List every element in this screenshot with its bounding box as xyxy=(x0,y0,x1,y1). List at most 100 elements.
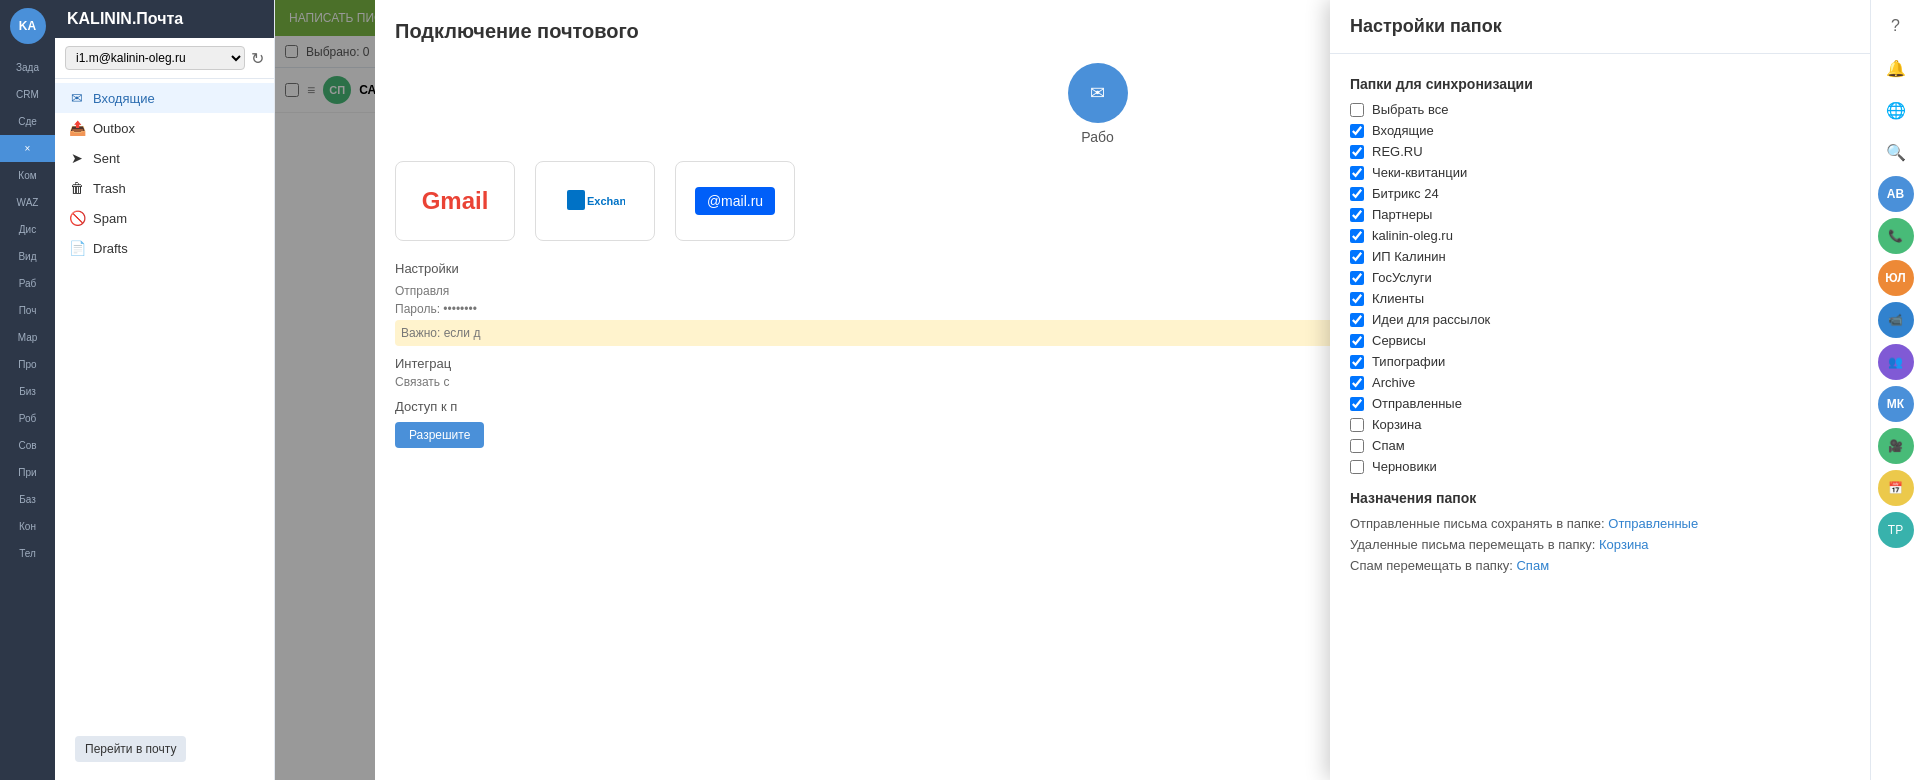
checkbox-clients-input[interactable] xyxy=(1350,292,1364,306)
search-icon[interactable]: 🔍 xyxy=(1878,134,1914,170)
checkbox-ip-kalinin-input[interactable] xyxy=(1350,250,1364,264)
spam-assignment-link[interactable]: Спам xyxy=(1516,558,1549,573)
gmail-logo: Gmail xyxy=(422,187,489,215)
folder-spam-label: Spam xyxy=(93,211,127,226)
checkbox-clients[interactable]: Клиенты xyxy=(1350,291,1850,306)
checkbox-drafts-input[interactable] xyxy=(1350,460,1364,474)
nav-item-sde[interactable]: Сде xyxy=(0,108,55,135)
nav-item-rob[interactable]: Роб xyxy=(0,405,55,432)
checkbox-inbox[interactable]: Входящие xyxy=(1350,123,1850,138)
video-call-icon[interactable]: 🎥 xyxy=(1878,428,1914,464)
help-icon[interactable]: ? xyxy=(1878,8,1914,44)
nav-item-biz[interactable]: Биз xyxy=(0,378,55,405)
assignments-title: Назначения папок xyxy=(1350,490,1850,506)
nav-item-kom[interactable]: Ком xyxy=(0,162,55,189)
checkbox-bitrix-input[interactable] xyxy=(1350,187,1364,201)
phone-icon[interactable]: 📞 xyxy=(1878,218,1914,254)
folder-drafts[interactable]: 📄 Drafts xyxy=(55,233,274,263)
checkbox-checks-input[interactable] xyxy=(1350,166,1364,180)
provider-mailru[interactable]: @mail.ru xyxy=(675,161,795,241)
calendar-icon[interactable]: 📅 xyxy=(1878,470,1914,506)
inbox-icon: ✉ xyxy=(69,90,85,106)
checkbox-spam-label: Спам xyxy=(1372,438,1405,453)
folder-sent[interactable]: ➤ Sent xyxy=(55,143,274,173)
checkbox-typography[interactable]: Типографии xyxy=(1350,354,1850,369)
nav-item-vid[interactable]: Вид xyxy=(0,243,55,270)
checkbox-inbox-label: Входящие xyxy=(1372,123,1434,138)
nav-item-kon[interactable]: Кон xyxy=(0,513,55,540)
nav-item-pri[interactable]: При xyxy=(0,459,55,486)
checkbox-ip-kalinin[interactable]: ИП Калинин xyxy=(1350,249,1850,264)
checkbox-spam-input[interactable] xyxy=(1350,439,1364,453)
nav-item-baz[interactable]: Баз xyxy=(0,486,55,513)
nav-item-mar[interactable]: Мар xyxy=(0,324,55,351)
checkbox-typography-input[interactable] xyxy=(1350,355,1364,369)
checkbox-ideas-input[interactable] xyxy=(1350,313,1364,327)
bell-icon[interactable]: 🔔 xyxy=(1878,50,1914,86)
go-to-mail-button[interactable]: Перейти в почту xyxy=(75,736,186,762)
checkbox-partners[interactable]: Партнеры xyxy=(1350,207,1850,222)
folder-spam[interactable]: 🚫 Spam xyxy=(55,203,274,233)
checkbox-gosuslugi-input[interactable] xyxy=(1350,271,1364,285)
checkbox-sent-input[interactable] xyxy=(1350,397,1364,411)
deleted-assignment-row: Удаленные письма перемещать в папку: Кор… xyxy=(1350,537,1850,552)
nav-item-waz[interactable]: WAZ xyxy=(0,189,55,216)
sent-icon: ➤ xyxy=(69,150,85,166)
user-avatar-3[interactable]: МК xyxy=(1878,386,1914,422)
folder-trash[interactable]: 🗑 Trash xyxy=(55,173,274,203)
user-avatar-4[interactable]: ТР xyxy=(1878,512,1914,548)
nav-item-poch[interactable]: Поч xyxy=(0,297,55,324)
folder-inbox[interactable]: ✉ Входящие xyxy=(55,83,274,113)
checkbox-drafts-folder[interactable]: Черновики xyxy=(1350,459,1850,474)
user-avatar-2[interactable]: ЮЛ xyxy=(1878,260,1914,296)
checkbox-korzina[interactable]: Корзина xyxy=(1350,417,1850,432)
deleted-assignment-link[interactable]: Корзина xyxy=(1599,537,1649,552)
sent-assignment-link[interactable]: Отправленные xyxy=(1608,516,1698,531)
checkbox-checks[interactable]: Чеки-квитанции xyxy=(1350,165,1850,180)
checkbox-kalinin-oleg-input[interactable] xyxy=(1350,229,1364,243)
nav-item-zada[interactable]: Зада xyxy=(0,54,55,81)
nav-item-sov[interactable]: Сов xyxy=(0,432,55,459)
nav-item-pro[interactable]: Про xyxy=(0,351,55,378)
nav-item-dis[interactable]: Дис xyxy=(0,216,55,243)
checkbox-ideas[interactable]: Идеи для рассылок xyxy=(1350,312,1850,327)
checkbox-select-all[interactable]: Выбрать все xyxy=(1350,102,1850,117)
nav-item-mail[interactable]: × xyxy=(0,135,55,162)
checkbox-select-all-input[interactable] xyxy=(1350,103,1364,117)
checkbox-services-input[interactable] xyxy=(1350,334,1364,348)
video-icon[interactable]: 📹 xyxy=(1878,302,1914,338)
user-avatar-1[interactable]: АВ xyxy=(1878,176,1914,212)
sent-assignment-row: Отправленные письма сохранять в папке: О… xyxy=(1350,516,1850,531)
checkbox-partners-input[interactable] xyxy=(1350,208,1364,222)
checkbox-drafts-label: Черновики xyxy=(1372,459,1437,474)
checkbox-kalinin-oleg[interactable]: kalinin-oleg.ru xyxy=(1350,228,1850,243)
provider-gmail[interactable]: Gmail xyxy=(395,161,515,241)
checkbox-kalinin-oleg-label: kalinin-oleg.ru xyxy=(1372,228,1453,243)
checkbox-bitrix[interactable]: Битрикс 24 xyxy=(1350,186,1850,201)
nav-item-tel[interactable]: Тел xyxy=(0,540,55,567)
svg-rect-0 xyxy=(567,190,585,210)
checkbox-korzina-input[interactable] xyxy=(1350,418,1364,432)
password-value: •••••••• xyxy=(443,302,477,316)
nav-item-rab[interactable]: Раб xyxy=(0,270,55,297)
folder-outbox[interactable]: 📤 Outbox xyxy=(55,113,274,143)
team-icon[interactable]: 👥 xyxy=(1878,344,1914,380)
checkbox-korzina-label: Корзина xyxy=(1372,417,1422,432)
spam-assignment-label: Спам перемещать в папку: xyxy=(1350,558,1513,573)
trash-icon: 🗑 xyxy=(69,180,85,196)
email-account-select[interactable]: i1.m@kalinin-oleg.ru xyxy=(65,46,245,70)
checkbox-archive[interactable]: Archive xyxy=(1350,375,1850,390)
nav-item-crm[interactable]: CRM xyxy=(0,81,55,108)
allow-button[interactable]: Разрешите xyxy=(395,422,484,448)
checkbox-reg-ru-input[interactable] xyxy=(1350,145,1364,159)
provider-exchange[interactable]: Exchange xyxy=(535,161,655,241)
checkbox-archive-input[interactable] xyxy=(1350,376,1364,390)
checkbox-spam-folder[interactable]: Спам xyxy=(1350,438,1850,453)
refresh-icon[interactable]: ↻ xyxy=(251,49,264,68)
checkbox-inbox-input[interactable] xyxy=(1350,124,1364,138)
checkbox-gosuslugi[interactable]: ГосУслуги xyxy=(1350,270,1850,285)
checkbox-sent[interactable]: Отправленные xyxy=(1350,396,1850,411)
checkbox-services[interactable]: Сервисы xyxy=(1350,333,1850,348)
globe-icon[interactable]: 🌐 xyxy=(1878,92,1914,128)
checkbox-reg-ru[interactable]: REG.RU xyxy=(1350,144,1850,159)
